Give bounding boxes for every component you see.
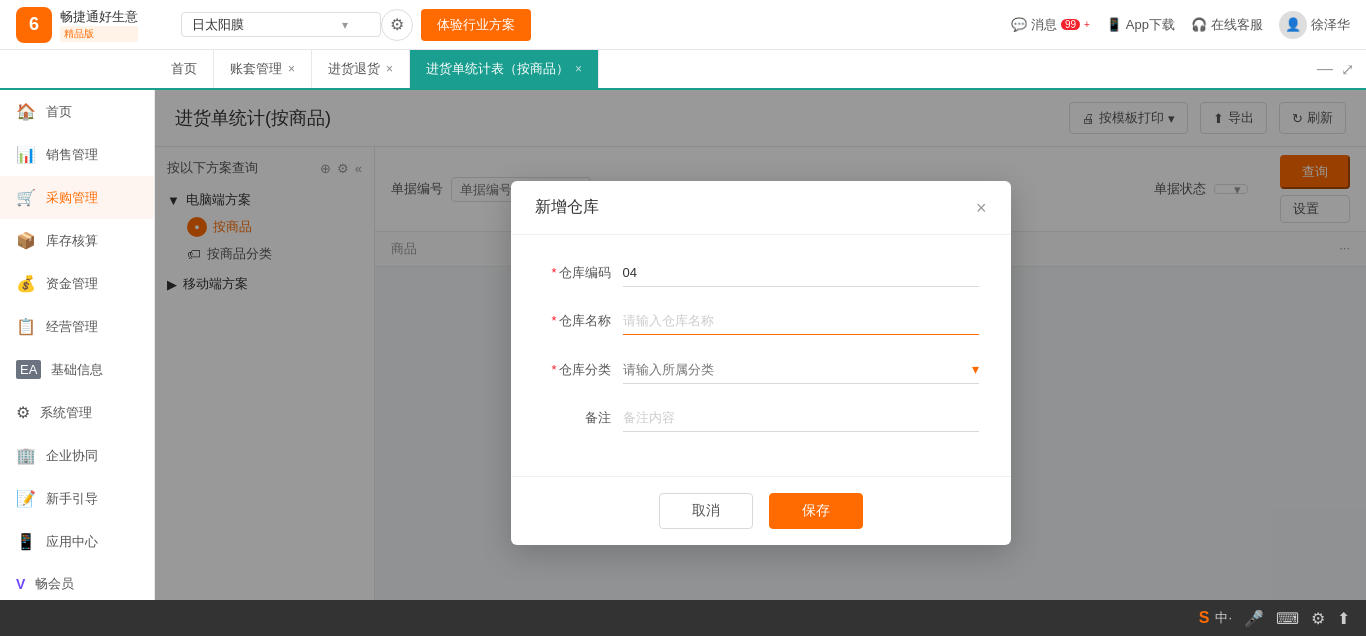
guide-icon: 📝 (16, 489, 36, 508)
category-label: 仓库分类 (543, 361, 623, 379)
category-input[interactable] (623, 362, 972, 377)
sidebar-item-system[interactable]: ⚙ 系统管理 (0, 391, 154, 434)
avatar: 👤 (1279, 11, 1307, 39)
sidebar-item-membership[interactable]: V 畅会员 (0, 563, 154, 605)
online-service-button[interactable]: 🎧 在线客服 (1191, 16, 1263, 34)
category-select[interactable]: ▾ (623, 355, 979, 384)
note-input[interactable] (623, 404, 979, 432)
logo-icon: 6 (16, 7, 52, 43)
s-logo-icon: S (1199, 609, 1210, 627)
logo-text: 畅捷通好生意 精品版 (60, 8, 138, 42)
tab-accounts[interactable]: 账套管理 × (214, 50, 312, 88)
tab-expand-icon[interactable]: ⤢ (1341, 60, 1354, 79)
app-center-icon: 📱 (16, 532, 36, 551)
user-menu[interactable]: 👤 徐泽华 (1279, 11, 1350, 39)
search-box[interactable]: ▾ (181, 12, 381, 37)
modal-title: 新增仓库 (535, 197, 599, 218)
cancel-button[interactable]: 取消 (659, 493, 753, 529)
name-label: 仓库名称 (543, 312, 623, 330)
purchase-icon: 🛒 (16, 188, 36, 207)
modal-body: 仓库编码 仓库名称 仓库分类 ▾ (511, 235, 1011, 476)
main-layout: 🏠 首页 📊 销售管理 🛒 采购管理 📦 库存核算 💰 资金管理 📋 经营管理 … (0, 90, 1366, 636)
tab-home[interactable]: 首页 (155, 50, 214, 88)
code-input[interactable] (623, 259, 979, 287)
save-button[interactable]: 保存 (769, 493, 863, 529)
tab-close-purchase-stats[interactable]: × (575, 62, 582, 76)
sales-icon: 📊 (16, 145, 36, 164)
membership-icon: V (16, 576, 25, 592)
sidebar-item-enterprise[interactable]: 🏢 企业协同 (0, 434, 154, 477)
trial-button[interactable]: 体验行业方案 (421, 9, 531, 41)
basic-info-icon: EA (16, 360, 41, 379)
bottom-logo: S 中· (1199, 609, 1232, 627)
search-input[interactable] (192, 17, 342, 32)
header-right: 💬 消息 99 + 📱 App下载 🎧 在线客服 👤 徐泽华 (1011, 11, 1350, 39)
system-icon: ⚙ (16, 403, 30, 422)
gear-icon: ⚙ (390, 15, 404, 34)
message-icon: 💬 (1011, 17, 1027, 32)
phone-icon: 📱 (1106, 17, 1122, 32)
category-dropdown-icon: ▾ (972, 361, 979, 377)
form-row-code: 仓库编码 (543, 259, 979, 287)
tab-actions: — ⤢ (1305, 50, 1366, 88)
expand-bottom-icon[interactable]: ⬆ (1337, 609, 1350, 628)
app-download-button[interactable]: 📱 App下载 (1106, 16, 1175, 34)
settings-bottom-icon[interactable]: ⚙ (1311, 609, 1325, 628)
code-label: 仓库编码 (543, 264, 623, 282)
logo-area: 6 畅捷通好生意 精品版 (16, 7, 171, 43)
gear-button[interactable]: ⚙ (381, 9, 413, 41)
tab-bar: 首页 账套管理 × 进货退货 × 进货单统计表（按商品） × — ⤢ (0, 50, 1366, 90)
tab-minimize-icon[interactable]: — (1317, 60, 1333, 78)
content-area: 进货单统计(按商品) 🖨 按模板打印 ▾ ⬆ 导出 ↻ 刷新 (155, 90, 1366, 636)
sidebar-item-operations[interactable]: 📋 经营管理 (0, 305, 154, 348)
home-icon: 🏠 (16, 102, 36, 121)
note-label: 备注 (543, 409, 623, 427)
tab-close-purchase-return[interactable]: × (386, 62, 393, 76)
sidebar: 🏠 首页 📊 销售管理 🛒 采购管理 📦 库存核算 💰 资金管理 📋 经营管理 … (0, 90, 155, 636)
modal-header: 新增仓库 × (511, 181, 1011, 235)
inventory-icon: 📦 (16, 231, 36, 250)
name-input[interactable] (623, 307, 979, 335)
tab-close-accounts[interactable]: × (288, 62, 295, 76)
sidebar-item-sales[interactable]: 📊 销售管理 (0, 133, 154, 176)
sidebar-item-finance[interactable]: 💰 资金管理 (0, 262, 154, 305)
modal-footer: 取消 保存 (511, 476, 1011, 545)
modal-overlay: 新增仓库 × 仓库编码 仓库名称 仓库分类 (155, 90, 1366, 636)
form-row-category: 仓库分类 ▾ (543, 355, 979, 384)
finance-icon: 💰 (16, 274, 36, 293)
sidebar-item-purchase[interactable]: 🛒 采购管理 (0, 176, 154, 219)
sidebar-item-app-center[interactable]: 📱 应用中心 (0, 520, 154, 563)
operations-icon: 📋 (16, 317, 36, 336)
form-row-note: 备注 (543, 404, 979, 432)
microphone-icon[interactable]: 🎤 (1244, 609, 1264, 628)
form-row-name: 仓库名称 (543, 307, 979, 335)
dropdown-arrow-icon: ▾ (342, 18, 348, 32)
add-warehouse-modal: 新增仓库 × 仓库编码 仓库名称 仓库分类 (511, 181, 1011, 545)
sidebar-item-basic-info[interactable]: EA 基础信息 (0, 348, 154, 391)
tab-purchase-return[interactable]: 进货退货 × (312, 50, 410, 88)
enterprise-icon: 🏢 (16, 446, 36, 465)
message-button[interactable]: 💬 消息 99 + (1011, 16, 1090, 34)
sidebar-item-home[interactable]: 🏠 首页 (0, 90, 154, 133)
tab-purchase-stats[interactable]: 进货单统计表（按商品） × (410, 50, 599, 88)
bottom-bar: S 中· 🎤 ⌨ ⚙ ⬆ (0, 600, 1366, 636)
keyboard-icon[interactable]: ⌨ (1276, 609, 1299, 628)
headset-icon: 🎧 (1191, 17, 1207, 32)
modal-close-button[interactable]: × (976, 199, 987, 217)
bottom-label: 中· (1215, 609, 1232, 627)
sidebar-item-inventory[interactable]: 📦 库存核算 (0, 219, 154, 262)
top-header: 6 畅捷通好生意 精品版 ▾ ⚙ 体验行业方案 💬 消息 99 + 📱 App下… (0, 0, 1366, 50)
sidebar-item-guide[interactable]: 📝 新手引导 (0, 477, 154, 520)
